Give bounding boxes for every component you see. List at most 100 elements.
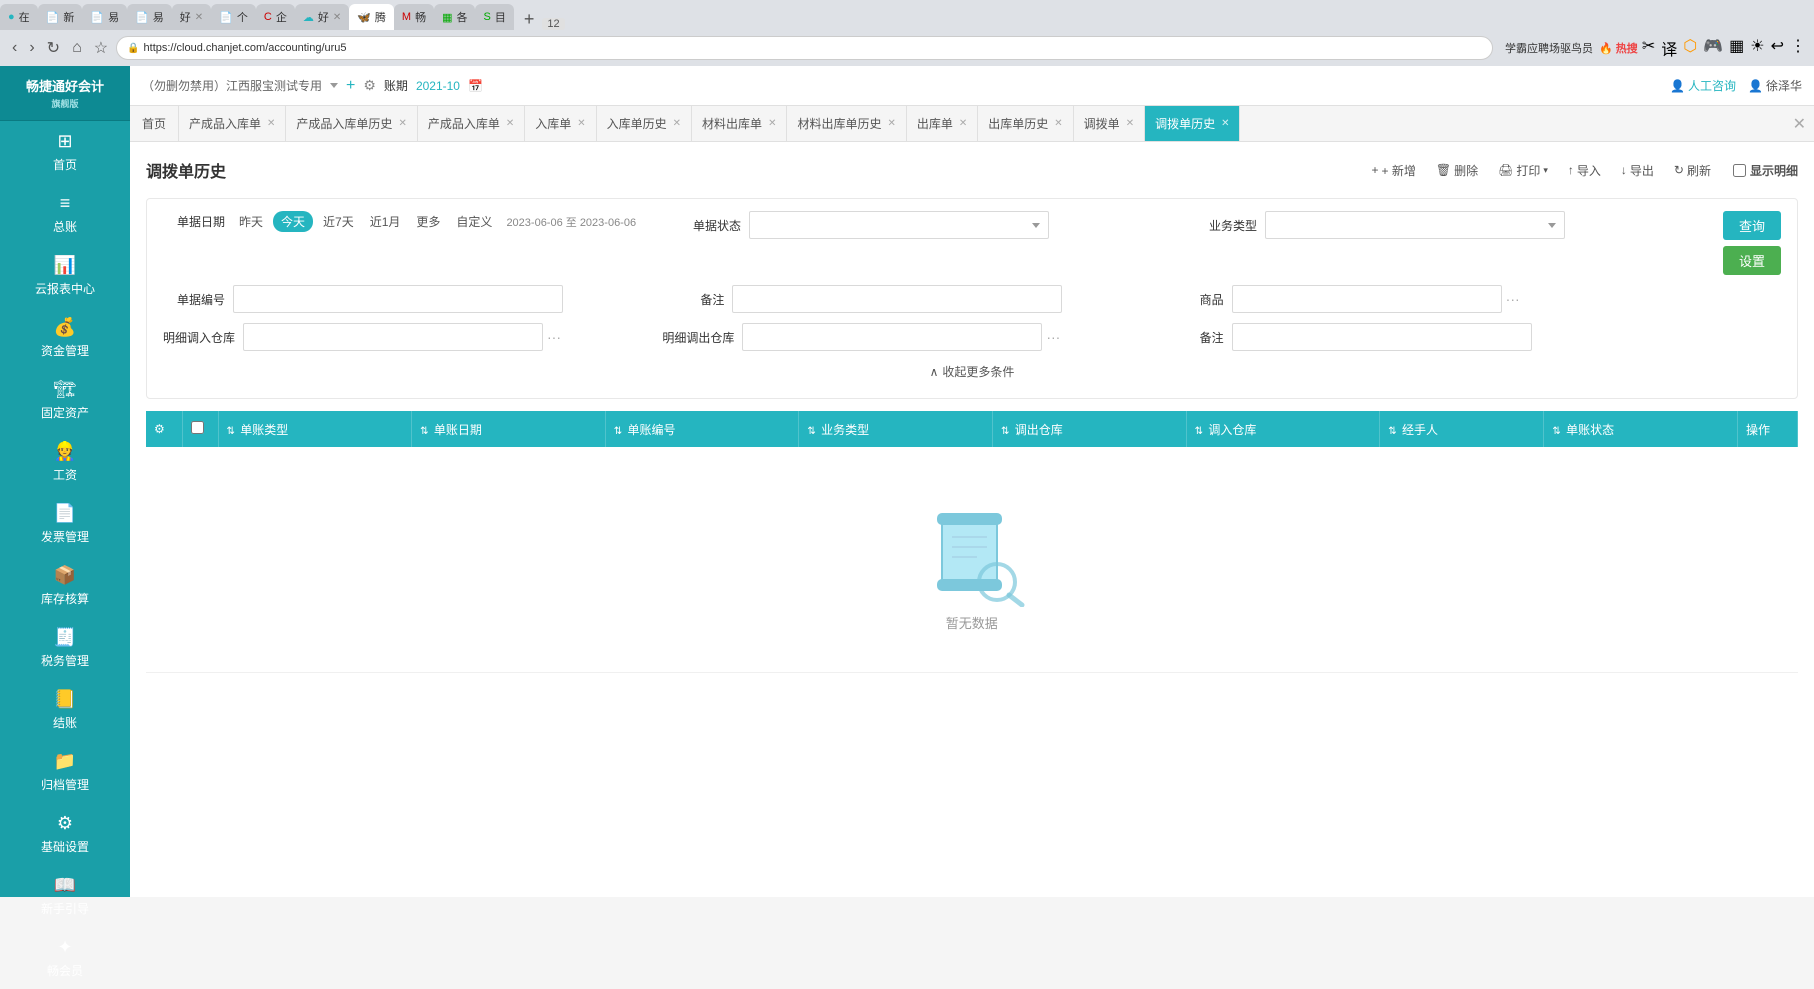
date-btn-yesterday[interactable]: 昨天 bbox=[233, 211, 269, 232]
nav-tab-home[interactable]: 首页 bbox=[130, 106, 179, 142]
nav-tab-2[interactable]: 产成品入库单历史 ✕ bbox=[286, 106, 417, 142]
browser-tab-7[interactable]: C 企 bbox=[256, 4, 295, 30]
goods-dots[interactable]: ··· bbox=[1506, 291, 1520, 307]
close-all-tabs[interactable]: ✕ bbox=[1793, 114, 1814, 134]
th-doc-status[interactable]: ⇅ 单账状态 bbox=[1544, 411, 1738, 447]
th-settings[interactable]: ⚙ bbox=[146, 411, 182, 447]
browser-tab-6[interactable]: 📄 个 bbox=[211, 4, 256, 30]
remark2-input[interactable] bbox=[1232, 323, 1532, 351]
nav-tab-5-close[interactable]: ✕ bbox=[673, 118, 681, 129]
th-to-warehouse[interactable]: ⇅ 调入仓库 bbox=[1186, 411, 1380, 447]
sidebar-item-settings[interactable]: ⚙ 基础设置 bbox=[0, 803, 130, 865]
nav-tab-10-close[interactable]: ✕ bbox=[1126, 118, 1134, 129]
nav-tab-1[interactable]: 产成品入库单 ✕ bbox=[179, 106, 286, 142]
sun-icon[interactable]: ☀ bbox=[1750, 36, 1764, 60]
nav-tab-2-close[interactable]: ✕ bbox=[398, 118, 406, 129]
ext1-icon[interactable]: ⬡ bbox=[1683, 36, 1697, 60]
to-warehouse-dots[interactable]: ··· bbox=[1046, 329, 1060, 345]
to-warehouse-input[interactable] bbox=[742, 323, 1042, 351]
translate-icon[interactable]: 译 bbox=[1661, 36, 1677, 60]
user-btn[interactable]: 👤 徐泽华 bbox=[1748, 77, 1802, 94]
th-doc-no[interactable]: ⇅ 单账编号 bbox=[605, 411, 799, 447]
browser-tab-3[interactable]: 📄 易 bbox=[82, 4, 127, 30]
import-btn[interactable]: ↑ 导入 bbox=[1562, 159, 1607, 182]
print-btn[interactable]: 🖨 打印 ▾ bbox=[1492, 159, 1554, 182]
sidebar-item-member[interactable]: ✦ 畅会员 bbox=[0, 927, 130, 989]
back-button[interactable]: ‹ bbox=[8, 37, 21, 59]
ext2-icon[interactable]: 🎮 bbox=[1703, 36, 1723, 60]
browser-tab-active[interactable]: 🦋 腾 bbox=[349, 4, 394, 30]
sidebar-item-salary[interactable]: 👷 工资 bbox=[0, 431, 130, 493]
nav-tab-6-close[interactable]: ✕ bbox=[768, 118, 776, 129]
sidebar-item-invoice[interactable]: 📄 发票管理 bbox=[0, 493, 130, 555]
nav-tab-11[interactable]: 调拨单历史 ✕ bbox=[1145, 106, 1240, 142]
date-btn-7days[interactable]: 近7天 bbox=[317, 211, 360, 232]
browser-tab-10[interactable]: M 畅 bbox=[394, 4, 434, 30]
period-selector[interactable]: 账期 2021-10 📅 bbox=[384, 77, 483, 94]
sidebar-item-home[interactable]: ⊞ 首页 bbox=[0, 121, 130, 183]
nav-tab-5[interactable]: 入库单历史 ✕ bbox=[597, 106, 692, 142]
query-btn[interactable]: 查询 bbox=[1723, 211, 1781, 240]
settings-filter-btn[interactable]: 设置 bbox=[1723, 246, 1781, 275]
address-bar[interactable]: 🔒 https://cloud.chanjet.com/accounting/u… bbox=[116, 36, 1493, 60]
browser-tab-4[interactable]: 📄 易 bbox=[127, 4, 172, 30]
home-button[interactable]: ⌂ bbox=[68, 37, 86, 59]
nav-tab-9-close[interactable]: ✕ bbox=[1054, 118, 1062, 129]
nav-tab-9[interactable]: 出库单历史 ✕ bbox=[978, 106, 1073, 142]
nav-tab-8[interactable]: 出库单 ✕ bbox=[907, 106, 978, 142]
browser-tab-11[interactable]: ▦ 各 bbox=[434, 4, 475, 30]
export-btn[interactable]: ↓ 导出 bbox=[1615, 159, 1660, 182]
scissors-icon[interactable]: ✂ bbox=[1642, 36, 1655, 60]
goods-input[interactable] bbox=[1232, 285, 1502, 313]
ext3-icon[interactable]: ▦ bbox=[1729, 36, 1744, 60]
th-from-warehouse[interactable]: ⇅ 调出仓库 bbox=[993, 411, 1187, 447]
forward-button[interactable]: › bbox=[25, 37, 38, 59]
remark-input[interactable] bbox=[732, 285, 1062, 313]
biztype-select[interactable] bbox=[1265, 211, 1565, 239]
from-warehouse-input[interactable] bbox=[243, 323, 543, 351]
date-btn-1month[interactable]: 近1月 bbox=[364, 211, 407, 232]
select-all-checkbox[interactable] bbox=[191, 421, 204, 434]
sidebar-item-archive[interactable]: 📁 归档管理 bbox=[0, 741, 130, 803]
browser-tab-12[interactable]: S 目 bbox=[475, 4, 513, 30]
collapse-btn[interactable]: ∧ 收起更多条件 bbox=[930, 363, 1015, 380]
nav-tab-1-close[interactable]: ✕ bbox=[267, 118, 275, 129]
nav-tab-6[interactable]: 材料出库单 ✕ bbox=[692, 106, 787, 142]
date-btn-more[interactable]: 更多 bbox=[410, 211, 446, 232]
undo-icon[interactable]: ↩ bbox=[1771, 36, 1784, 60]
th-handler[interactable]: ⇅ 经手人 bbox=[1380, 411, 1544, 447]
company-selector[interactable]: （勿删勿禁用）江西服宝测试专用 bbox=[142, 77, 338, 94]
from-warehouse-dots[interactable]: ··· bbox=[547, 329, 561, 345]
th-doc-date[interactable]: ⇅ 单账日期 bbox=[412, 411, 606, 447]
nav-tab-3-close[interactable]: ✕ bbox=[506, 118, 514, 129]
add-btn[interactable]: + + 新增 bbox=[1365, 159, 1421, 182]
doc-no-input[interactable] bbox=[233, 285, 563, 313]
browser-tab-1[interactable]: ● 在 bbox=[0, 4, 38, 30]
status-select[interactable] bbox=[749, 211, 1049, 239]
sidebar-item-close[interactable]: 📒 结账 bbox=[0, 679, 130, 741]
date-btn-today[interactable]: 今天 bbox=[273, 211, 313, 232]
sidebar-item-tax[interactable]: 🧾 税务管理 bbox=[0, 617, 130, 679]
add-company-btn[interactable]: + bbox=[346, 77, 355, 95]
date-btn-custom[interactable]: 自定义 bbox=[450, 211, 498, 232]
th-checkbox[interactable] bbox=[182, 411, 218, 447]
sidebar-item-reports[interactable]: 📊 云报表中心 bbox=[0, 245, 130, 307]
tab-count-badge[interactable]: 12 bbox=[542, 18, 564, 30]
nav-tab-11-close[interactable]: ✕ bbox=[1221, 118, 1229, 129]
refresh-button[interactable]: ↻ bbox=[43, 36, 64, 60]
nav-tab-3[interactable]: 产成品入库单 ✕ bbox=[418, 106, 525, 142]
sidebar-item-guide[interactable]: 📖 新手引导 bbox=[0, 865, 130, 927]
bookmark-button[interactable]: ☆ bbox=[90, 36, 112, 60]
refresh-btn[interactable]: ↻ 刷新 bbox=[1668, 159, 1717, 182]
nav-tab-4-close[interactable]: ✕ bbox=[577, 118, 585, 129]
new-tab-btn[interactable]: + bbox=[518, 9, 541, 30]
delete-btn[interactable]: 🗑 删除 bbox=[1430, 159, 1484, 182]
nav-tab-7[interactable]: 材料出库单历史 ✕ bbox=[787, 106, 906, 142]
topbar-settings-icon[interactable]: ⚙ bbox=[363, 77, 376, 94]
sidebar-item-assets[interactable]: 🏗 固定资产 bbox=[0, 369, 130, 431]
browser-tab-2[interactable]: 📄 新 bbox=[38, 4, 83, 30]
nav-tab-10[interactable]: 调拨单 ✕ bbox=[1074, 106, 1145, 142]
display-checkbox[interactable] bbox=[1733, 164, 1746, 177]
th-doc-type[interactable]: ⇅ 单账类型 bbox=[218, 411, 412, 447]
sidebar-item-ledger[interactable]: ≡ 总账 bbox=[0, 183, 130, 245]
